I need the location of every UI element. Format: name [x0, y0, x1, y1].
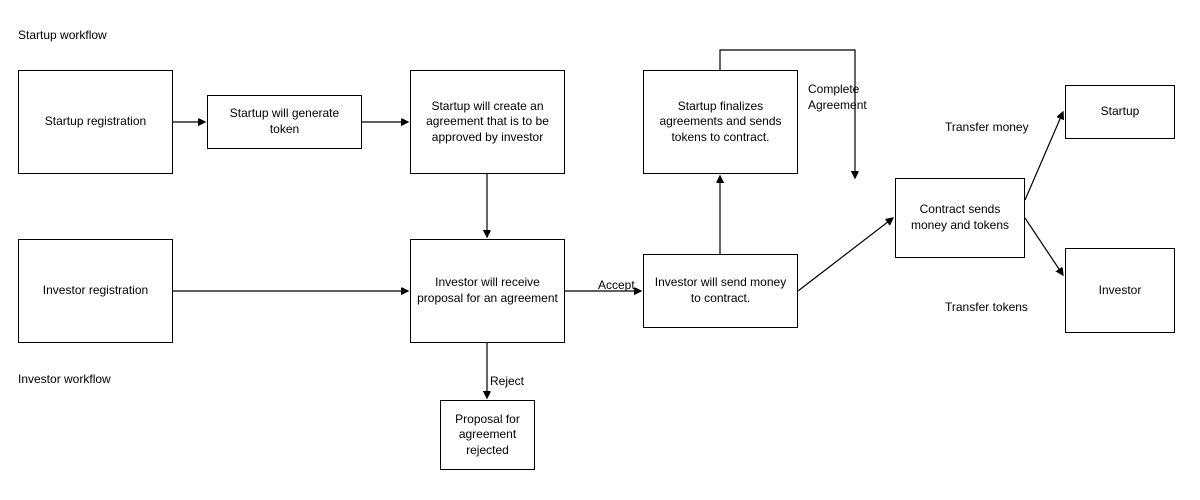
startup-registration-box: Startup registration — [18, 70, 173, 174]
startup-entity-box: Startup — [1065, 85, 1175, 139]
investor-workflow-label: Investor workflow — [18, 372, 111, 386]
reject-label: Reject — [490, 374, 524, 388]
proposal-rejected-box: Proposal for agreement rejected — [440, 400, 535, 470]
accept-label: Accept — [598, 278, 635, 292]
startup-token-box: Startup will generate token — [207, 95, 362, 149]
startup-agreement-box: Startup will create an agreement that is… — [410, 70, 565, 174]
investor-receive-box: Investor will receive proposal for an ag… — [410, 239, 565, 343]
complete-agreement-label: CompleteAgreement — [808, 82, 888, 113]
startup-workflow-label: Startup workflow — [18, 28, 107, 42]
investor-registration-box: Investor registration — [18, 239, 173, 343]
contract-sends-box: Contract sends money and tokens — [895, 178, 1025, 258]
diagram-container: Startup workflow Investor workflow Start… — [0, 0, 1200, 500]
investor-send-box: Investor will send money to contract. — [643, 254, 798, 328]
transfer-tokens-label: Transfer tokens — [945, 300, 1028, 314]
transfer-money-label: Transfer money — [945, 120, 1029, 134]
investor-entity-box: Investor — [1065, 248, 1175, 333]
startup-finalize-box: Startup finalizes agreements and sends t… — [643, 70, 798, 174]
